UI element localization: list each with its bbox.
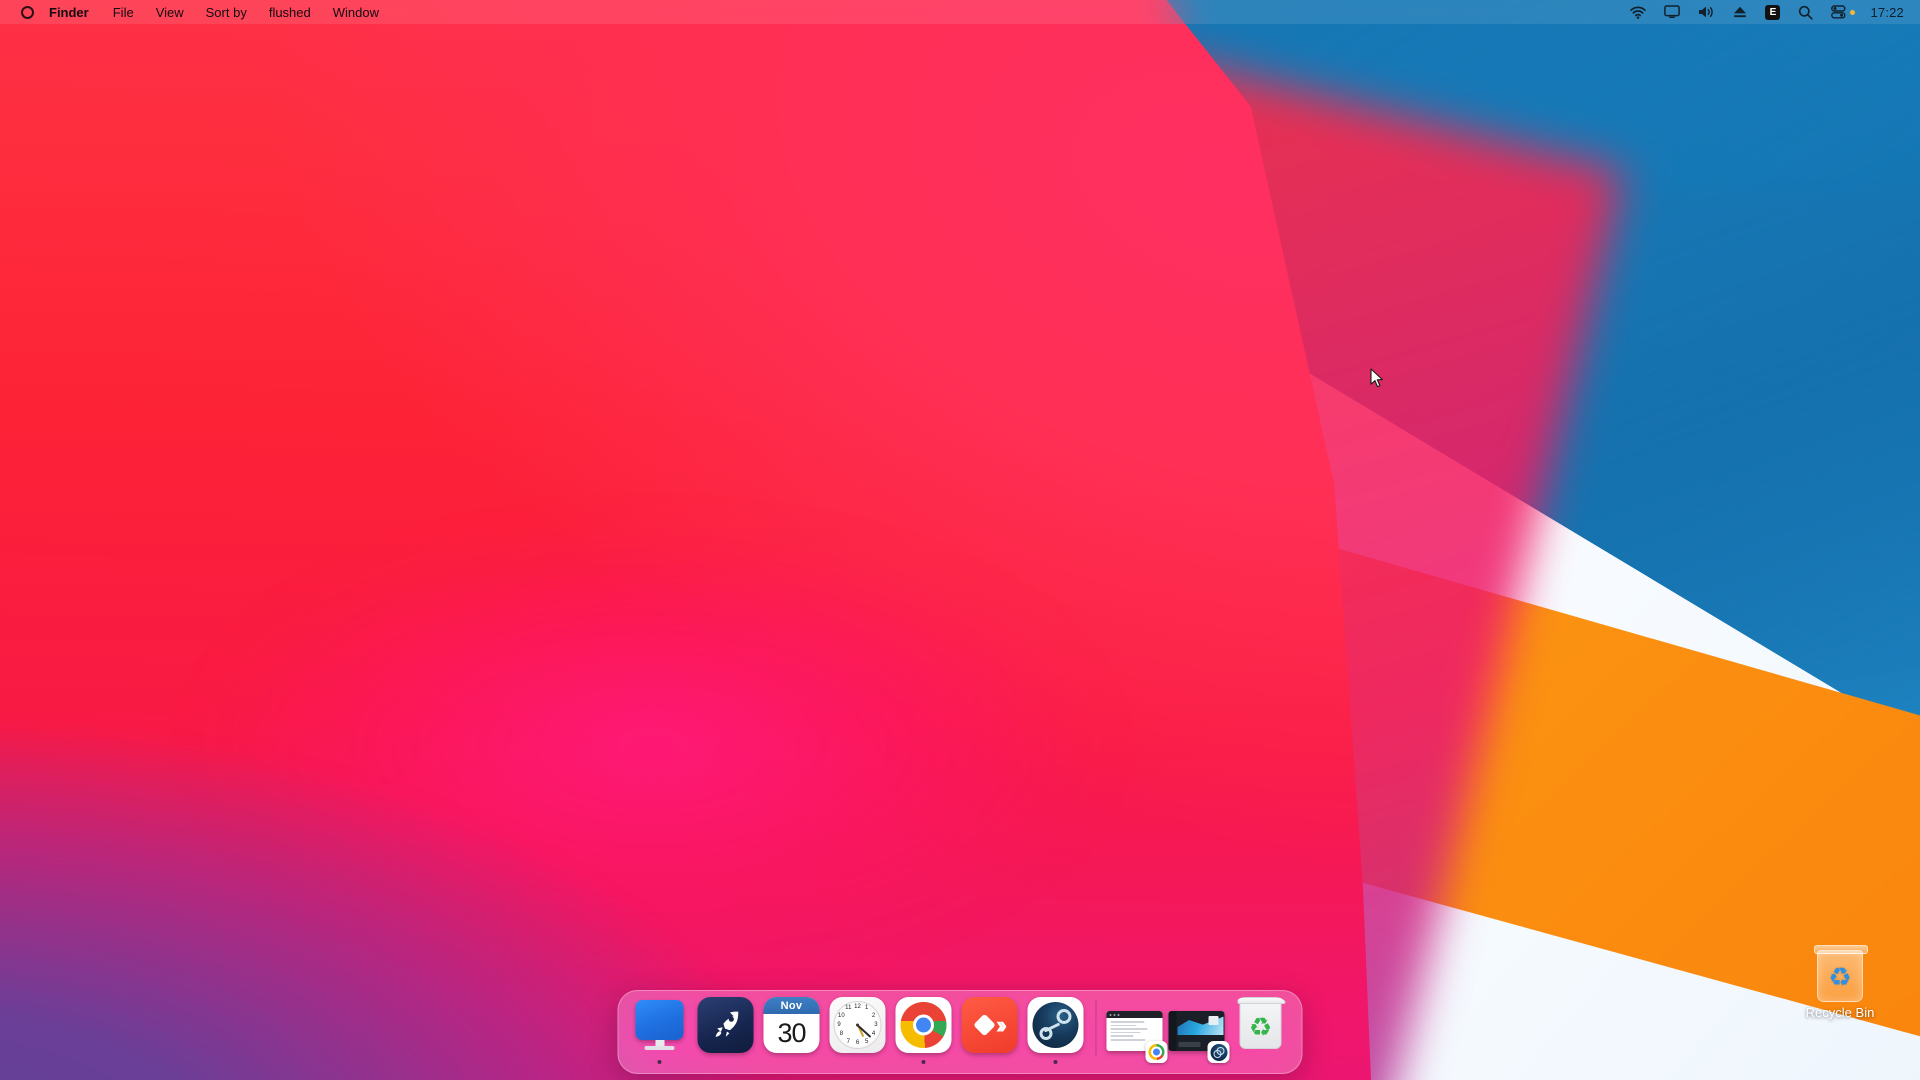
- desktop-icon-recycle-bin[interactable]: ♻ Recycle Bin: [1797, 945, 1883, 1020]
- trash-icon: ♻: [1233, 997, 1289, 1053]
- launchpad-rocket-icon: [697, 997, 754, 1053]
- menu-bar-status-area: E 17:22: [1621, 0, 1920, 24]
- evernote-badge-icon[interactable]: E: [1756, 0, 1789, 24]
- menu-item-view[interactable]: View: [145, 0, 195, 24]
- wifi-icon[interactable]: [1621, 0, 1655, 24]
- search-icon[interactable]: [1789, 0, 1822, 24]
- steam-icon: [1027, 997, 1084, 1053]
- menu-item-finder[interactable]: Finder: [40, 0, 102, 24]
- menu-item-sort-by[interactable]: Sort by: [195, 0, 258, 24]
- chrome-badge-icon: [1145, 1041, 1168, 1063]
- menu-item-window[interactable]: Window: [322, 0, 390, 24]
- anydesk-icon: ››: [961, 997, 1018, 1053]
- display-icon[interactable]: [1655, 0, 1689, 24]
- menu-item-file[interactable]: File: [102, 0, 145, 24]
- dock-item-clock[interactable]: 12 1 2 3 4 5 6 7 8 9 10 11: [825, 997, 891, 1065]
- status-dot: [1850, 9, 1856, 15]
- menu-bar-clock[interactable]: 17:22: [1864, 5, 1906, 20]
- apple-ring-icon[interactable]: [14, 0, 40, 24]
- steam-badge-icon: [1207, 1041, 1230, 1063]
- volume-icon[interactable]: [1689, 0, 1724, 24]
- dock-item-chrome[interactable]: [891, 997, 957, 1065]
- finder-icon: [632, 997, 688, 1053]
- eject-icon[interactable]: [1724, 0, 1756, 24]
- desktop-icon-label: Recycle Bin: [1805, 1005, 1875, 1020]
- clock-icon: 12 1 2 3 4 5 6 7 8 9 10 11: [829, 997, 886, 1053]
- running-indicator: [657, 1060, 662, 1064]
- dock-item-calendar[interactable]: Nov 30: [759, 997, 825, 1065]
- menu-bar: Finder File View Sort by flushed Window: [0, 0, 1920, 24]
- dock-item-trash[interactable]: ♻: [1228, 997, 1294, 1065]
- running-indicator: [921, 1060, 926, 1064]
- control-center-icon[interactable]: [1822, 0, 1864, 24]
- calendar-day: 30: [777, 1018, 806, 1048]
- wallpaper: [0, 0, 1920, 1080]
- recycle-bin-icon: ♻: [1814, 945, 1868, 1002]
- running-indicator: [1053, 1060, 1058, 1064]
- dock-separator: [1095, 1000, 1097, 1056]
- evernote-badge-letter: E: [1765, 4, 1781, 20]
- dock-item-steam[interactable]: [1023, 997, 1089, 1065]
- desktop-screen: Finder File View Sort by flushed Window: [0, 0, 1920, 1080]
- calendar-month: Nov: [763, 997, 820, 1014]
- calendar-icon: Nov 30: [763, 997, 820, 1053]
- menu-item-flushed[interactable]: flushed: [258, 0, 322, 24]
- dock-item-anydesk[interactable]: ››: [957, 997, 1023, 1065]
- dock-item-finder[interactable]: [627, 997, 693, 1065]
- dock-minimized-steam-window[interactable]: [1166, 997, 1230, 1065]
- dock-minimized-chrome-window[interactable]: [1104, 997, 1168, 1065]
- dock: Nov 30 12 1 2 3 4 5 6 7 8 9 10 11 ›› ♻: [617, 990, 1303, 1074]
- chrome-icon: [895, 997, 952, 1053]
- menu-bar-left: Finder File View Sort by flushed Window: [0, 0, 390, 24]
- dock-item-launchpad[interactable]: [693, 997, 759, 1065]
